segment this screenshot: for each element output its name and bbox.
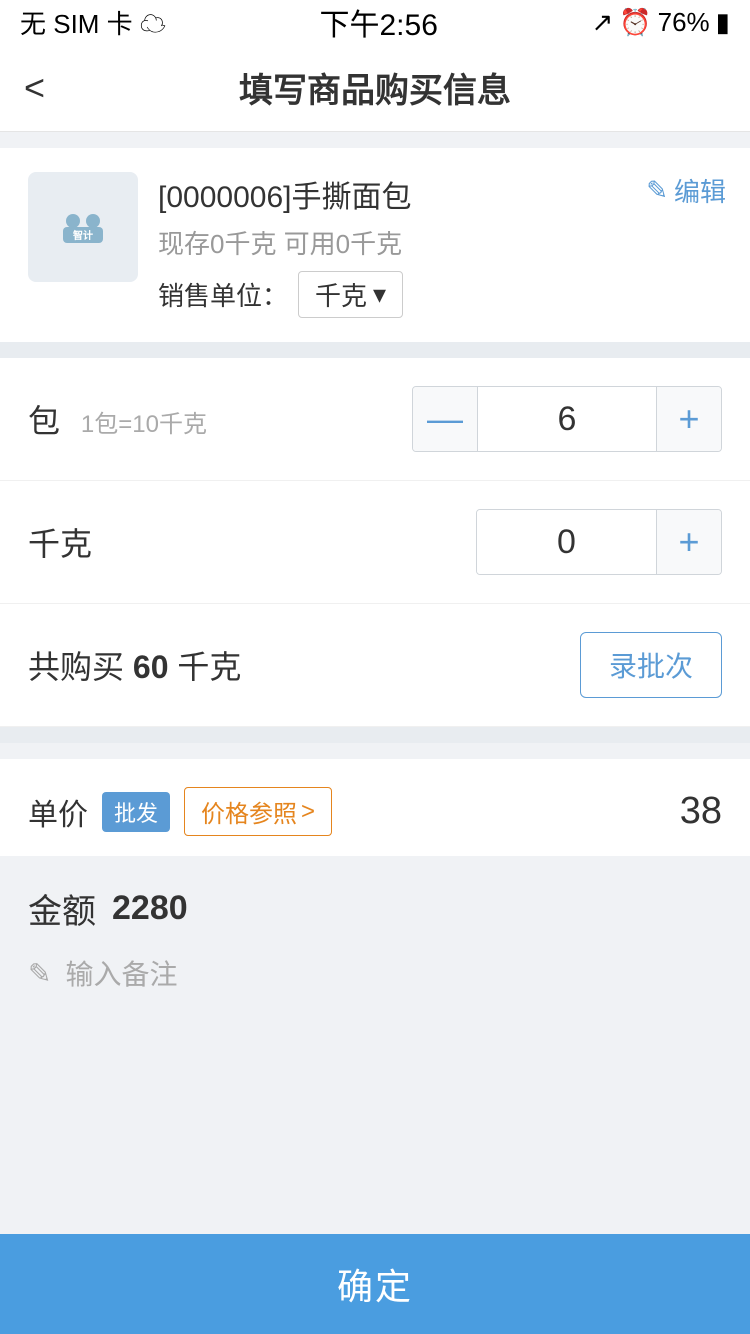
sim-status: 无 SIM 卡 ☁ (20, 4, 166, 41)
note-row[interactable]: ✎ 输入备注 (28, 953, 722, 1013)
price-label: 单价 (28, 790, 88, 834)
nav-bar: < 填写商品购买信息 (0, 44, 750, 132)
product-logo-icon: 智计 (53, 197, 113, 257)
total-prefix: 共购买 (28, 649, 133, 685)
package-row: 包 1包=10千克 — + (0, 358, 750, 481)
product-card: 智计 [0000006]手撕面包 现存0千克 可用0千克 销售单位： 千克 ▾ … (0, 148, 750, 342)
amount-section: 金额 2280 ✎ 输入备注 (0, 856, 750, 1013)
price-row: 单价 批发 价格参照 > 38 (28, 787, 722, 836)
note-label: 输入备注 (65, 953, 177, 993)
status-right: ↗ ⏰ 76% ▮ (591, 7, 730, 38)
price-ref-arrow-icon: > (301, 798, 315, 826)
product-name: [0000006]手撕面包 (158, 172, 722, 216)
package-qty-control: — + (412, 386, 722, 452)
product-info: [0000006]手撕面包 现存0千克 可用0千克 销售单位： 千克 ▾ (158, 172, 722, 318)
back-button[interactable]: < (24, 67, 45, 109)
unit-select[interactable]: 千克 ▾ (298, 271, 403, 318)
divider-2 (0, 727, 750, 743)
unit-label: 销售单位： (158, 276, 288, 313)
total-qty: 60 (133, 649, 169, 685)
kg-plus-button[interactable]: + (657, 510, 721, 574)
product-unit: 销售单位： 千克 ▾ (158, 271, 722, 318)
package-minus-button[interactable]: — (413, 387, 477, 451)
total-label: 共购买 60 千克 (28, 642, 241, 688)
status-time: 下午2:56 (319, 0, 437, 44)
batch-tag: 批发 (102, 792, 170, 832)
price-reference-button[interactable]: 价格参照 > (184, 787, 332, 836)
location-icon: ↗ (591, 7, 613, 38)
product-image: 智计 (28, 172, 138, 282)
amount-row: 金额 2280 (28, 884, 722, 933)
kg-qty-input[interactable] (477, 510, 657, 574)
package-qty-input[interactable] (477, 387, 657, 451)
kg-qty-control: + (476, 509, 722, 575)
package-hint: 1包=10千克 (81, 411, 207, 438)
unit-value: 千克 (315, 276, 367, 313)
kg-label: 千克 (28, 519, 476, 565)
package-label: 包 1包=10千克 (28, 396, 412, 442)
status-bar: 无 SIM 卡 ☁ 下午2:56 ↗ ⏰ 76% ▮ (0, 0, 750, 44)
edit-button[interactable]: ✎ 编辑 (646, 172, 726, 209)
price-section: 单价 批发 价格参照 > 38 (0, 759, 750, 856)
divider-1 (0, 342, 750, 358)
total-row: 共购买 60 千克 录批次 (0, 604, 750, 727)
product-stock: 现存0千克 可用0千克 (158, 224, 722, 261)
amount-value: 2280 (112, 889, 188, 928)
edit-label: 编辑 (674, 172, 726, 209)
input-section: 包 1包=10千克 — + 千克 + (0, 358, 750, 604)
edit-icon: ✎ (646, 175, 668, 206)
battery-label: 76% (658, 7, 710, 38)
kg-row: 千克 + (0, 481, 750, 604)
unit-arrow-icon: ▾ (373, 279, 386, 310)
confirm-button[interactable]: 确定 (0, 1234, 750, 1334)
amount-label: 金额 (28, 884, 96, 933)
price-left: 单价 批发 价格参照 > (28, 787, 332, 836)
package-plus-button[interactable]: + (657, 387, 721, 451)
battery-icon: ▮ (716, 7, 730, 38)
status-left: 无 SIM 卡 ☁ (20, 4, 166, 41)
note-icon: ✎ (28, 957, 51, 990)
page-title: 填写商品购买信息 (239, 63, 511, 112)
total-suffix: 千克 (169, 649, 242, 685)
price-ref-label: 价格参照 (201, 794, 297, 829)
record-batch-button[interactable]: 录批次 (580, 632, 722, 698)
alarm-icon: ⏰ (619, 7, 651, 38)
price-value: 38 (680, 790, 722, 833)
svg-text:智计: 智计 (73, 229, 93, 242)
